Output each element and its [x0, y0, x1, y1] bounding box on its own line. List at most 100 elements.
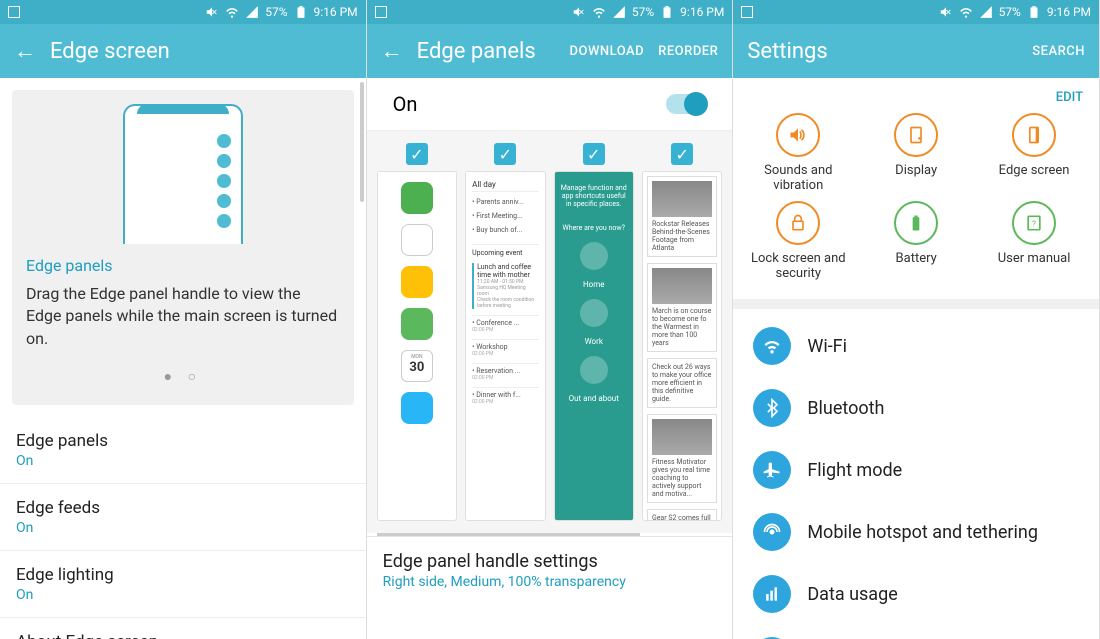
phone-edge-panels: 57% 9:16 PM ← Edge panels DOWNLOAD REORD…: [367, 0, 734, 639]
edit-action[interactable]: EDIT: [1056, 90, 1083, 105]
quick-setting-label: Lock screen and security: [741, 251, 855, 281]
setting-label: Data usage: [807, 584, 897, 605]
setting-label: Wi-Fi: [807, 336, 847, 357]
switch-icon[interactable]: [666, 94, 706, 114]
panel-places[interactable]: ✓ Manage function and app shortcuts usef…: [554, 143, 634, 521]
svg-text:?: ?: [1032, 219, 1036, 229]
display-icon: [894, 113, 938, 157]
item-label: Edge panels: [16, 431, 350, 451]
panel-news[interactable]: ✓ Rockstar Releases Behind-the-Scenes Fo…: [642, 143, 722, 521]
panel-apps[interactable]: ✓ MON30: [377, 143, 457, 521]
quick-setting-label: Display: [859, 163, 973, 178]
battery-icon: [1027, 5, 1041, 19]
quick-setting-display[interactable]: Display: [859, 113, 973, 193]
status-bar: 57% 9:16 PM: [367, 0, 733, 24]
item-status: On: [16, 587, 350, 603]
page-dots[interactable]: ● ○: [26, 368, 340, 385]
check-icon[interactable]: ✓: [583, 143, 605, 165]
app-icon: [401, 308, 433, 340]
back-icon[interactable]: ←: [14, 38, 36, 64]
content: On ✓ MON30 ✓ All day• Parents anniv...• …: [367, 78, 733, 639]
quick-setting-label: Sounds and vibration: [741, 163, 855, 193]
news-card: March is on course to become one fo the …: [647, 263, 717, 352]
toggle-label: On: [393, 92, 418, 116]
settings-item[interactable]: Edge lightingOn: [0, 551, 366, 618]
page-title: Edge panels: [417, 39, 556, 64]
scrollbar[interactable]: [360, 82, 364, 202]
master-toggle[interactable]: On: [367, 78, 733, 131]
quick-setting-edge[interactable]: Edge screen: [977, 113, 1091, 193]
settings-item[interactable]: Edge feeds On: [0, 484, 366, 551]
quick-setting-label: Edge screen: [977, 163, 1091, 178]
setting-row-plane[interactable]: Flight mode: [733, 439, 1099, 501]
settings-item[interactable]: Edge panels On: [0, 417, 366, 484]
item-label: About Edge screen: [16, 632, 350, 639]
app-icon: [401, 266, 433, 298]
app-icon: [401, 182, 433, 214]
item-status: On: [16, 520, 350, 536]
news-card: Rockstar Releases Behind-the-Scenes Foot…: [647, 176, 717, 257]
quick-setting-label: Battery: [859, 251, 973, 266]
preview-link[interactable]: Edge panels: [26, 256, 340, 275]
plane-icon: [753, 451, 791, 489]
item-status: On: [16, 453, 350, 469]
window-icon: [8, 6, 20, 18]
content: EDIT Sounds and vibration Display Edge scr…: [733, 78, 1099, 639]
status-bar: 57% 9:16 PM: [733, 0, 1099, 24]
handle-settings-title: Edge panel handle settings: [383, 551, 717, 572]
window-icon: [375, 6, 387, 18]
edge-icon: [1012, 113, 1056, 157]
news-card: Check out 26 ways to make your office mo…: [647, 358, 717, 408]
app-bar: Settings SEARCH: [733, 24, 1099, 78]
setting-row-mobile[interactable]: Mobile networks: [733, 625, 1099, 639]
page-title: Settings: [747, 39, 1018, 64]
quick-setting-help[interactable]: ? User manual: [977, 201, 1091, 281]
signal-icon: [245, 5, 259, 19]
battery-icon: [294, 5, 308, 19]
clock-text: 9:16 PM: [680, 5, 724, 19]
sound-icon: [776, 113, 820, 157]
quick-setting-battery[interactable]: Battery: [859, 201, 973, 281]
window-icon: [741, 6, 753, 18]
wifi-icon: [753, 327, 791, 365]
battery-icon: [894, 201, 938, 245]
mute-icon: [205, 5, 219, 19]
battery-text: 57%: [999, 5, 1021, 19]
back-icon[interactable]: ←: [381, 38, 403, 64]
handle-settings-item[interactable]: Edge panel handle settings Right side, M…: [367, 536, 733, 604]
reorder-action[interactable]: REORDER: [658, 44, 718, 59]
setting-row-bt[interactable]: Bluetooth: [733, 377, 1099, 439]
download-action[interactable]: DOWNLOAD: [570, 44, 645, 59]
check-icon[interactable]: ✓: [494, 143, 516, 165]
phone-edge-screen: 57% 9:16 PM ← Edge screen Edge panels Dr…: [0, 0, 367, 639]
mute-icon: [572, 5, 586, 19]
setting-label: Mobile hotspot and tethering: [807, 522, 1038, 543]
setting-label: Bluetooth: [807, 398, 884, 419]
check-icon[interactable]: ✓: [671, 143, 693, 165]
settings-item[interactable]: About Edge screen: [0, 618, 366, 639]
panel-calendar[interactable]: ✓ All day• Parents anniv...• First Meeti…: [465, 143, 545, 521]
news-card: Fitness Motivator gives you real time co…: [647, 414, 717, 503]
clock-text: 9:16 PM: [314, 5, 358, 19]
wifi-icon: [225, 5, 239, 19]
item-label: Edge feeds: [16, 498, 350, 518]
help-icon: ?: [1012, 201, 1056, 245]
setting-row-hotspot[interactable]: Mobile hotspot and tethering: [733, 501, 1099, 563]
battery-icon: [660, 5, 674, 19]
setting-label: Flight mode: [807, 460, 902, 481]
signal-icon: [979, 5, 993, 19]
app-bar: ← Edge panels DOWNLOAD REORDER: [367, 24, 733, 78]
quick-setting-lock[interactable]: Lock screen and security: [741, 201, 855, 281]
calendar-icon: MON30: [401, 350, 433, 382]
quick-setting-sound[interactable]: Sounds and vibration: [741, 113, 855, 193]
handle-settings-value: Right side, Medium, 100% transparency: [383, 574, 717, 590]
setting-row-data[interactable]: Data usage: [733, 563, 1099, 625]
search-action[interactable]: SEARCH: [1032, 44, 1085, 59]
check-icon[interactable]: ✓: [406, 143, 428, 165]
setting-row-wifi[interactable]: Wi-Fi: [733, 315, 1099, 377]
status-bar: 57% 9:16 PM: [0, 0, 366, 24]
bt-icon: [753, 389, 791, 427]
wifi-icon: [959, 5, 973, 19]
quick-setting-label: User manual: [977, 251, 1091, 266]
lock-icon: [776, 201, 820, 245]
